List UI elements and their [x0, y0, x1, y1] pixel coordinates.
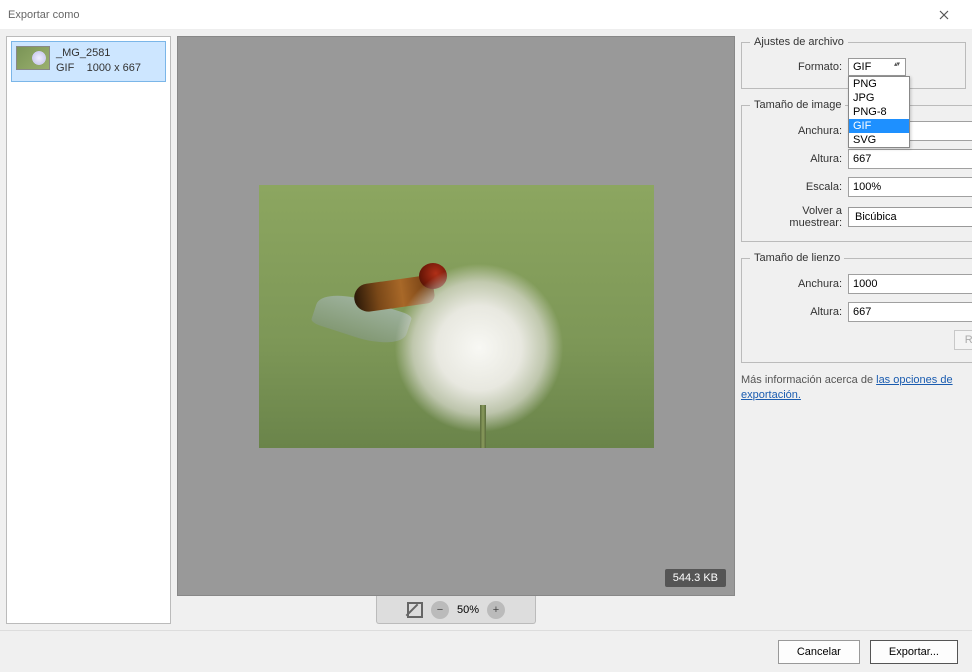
- canvas-width-label: Anchura:: [750, 278, 842, 290]
- crop-icon[interactable]: [407, 602, 423, 618]
- thumbnail-list: _MG_2581 GIF 1000 x 667: [6, 36, 171, 624]
- scale-label: Escala:: [750, 181, 842, 193]
- format-option-svg[interactable]: SVG: [849, 133, 909, 147]
- canvas-size-group: Tamaño de lienzo Anchura: px Altura: px …: [741, 252, 972, 363]
- window-title: Exportar como: [8, 9, 80, 21]
- close-button[interactable]: [924, 0, 964, 30]
- resample-label: Volver a muestrear:: [750, 205, 842, 229]
- titlebar: Exportar como: [0, 0, 972, 30]
- image-height-label: Altura:: [750, 153, 842, 165]
- export-info: Más información acerca de las opciones d…: [741, 373, 966, 404]
- thumbnail-info: _MG_2581 GIF 1000 x 667: [56, 46, 141, 77]
- format-option-gif[interactable]: GIF: [849, 119, 909, 133]
- format-dropdown: PNG JPG PNG-8 GIF SVG: [848, 76, 910, 148]
- preview-panel: 544.3 KB − 50% +: [177, 36, 735, 624]
- cancel-button[interactable]: Cancelar: [778, 640, 860, 664]
- file-settings-group: Ajustes de archivo Formato: GIF PNG JPG …: [741, 36, 966, 89]
- settings-panel: Ajustes de archivo Formato: GIF PNG JPG …: [741, 36, 966, 624]
- image-size-legend: Tamaño de image: [750, 99, 845, 111]
- format-option-png[interactable]: PNG: [849, 77, 909, 91]
- info-text: Más información acerca de: [741, 374, 876, 386]
- dialog-footer: Cancelar Exportar...: [0, 630, 972, 672]
- resample-select[interactable]: Bicúbica: [848, 207, 972, 227]
- restore-button: Restaurar: [954, 330, 972, 350]
- format-option-png8[interactable]: PNG-8: [849, 105, 909, 119]
- export-button[interactable]: Exportar...: [870, 640, 958, 664]
- thumbnail-dimensions: 1000 x 667: [87, 62, 141, 74]
- thumbnail-item[interactable]: _MG_2581 GIF 1000 x 667: [11, 41, 166, 82]
- canvas-height-label: Altura:: [750, 306, 842, 318]
- preview-canvas[interactable]: 544.3 KB: [177, 36, 735, 596]
- thumbnail-image: [16, 46, 50, 70]
- zoom-toolbar: − 50% +: [376, 596, 536, 624]
- thumbnail-filename: _MG_2581: [56, 46, 141, 61]
- image-width-label: Anchura:: [750, 125, 842, 137]
- main-area: _MG_2581 GIF 1000 x 667 544.3 KB − 50%: [0, 30, 972, 630]
- format-label: Formato:: [750, 61, 842, 73]
- image-height-input[interactable]: [848, 149, 972, 169]
- format-option-jpg[interactable]: JPG: [849, 91, 909, 105]
- zoom-in-button[interactable]: +: [487, 601, 505, 619]
- scale-input[interactable]: [848, 177, 972, 197]
- preview-image: [259, 185, 654, 448]
- filesize-badge: 544.3 KB: [665, 569, 726, 587]
- format-select[interactable]: GIF: [848, 58, 906, 76]
- canvas-size-legend: Tamaño de lienzo: [750, 252, 844, 264]
- zoom-value: 50%: [457, 604, 479, 616]
- thumbnail-format: GIF: [56, 62, 74, 74]
- canvas-height-input[interactable]: [848, 302, 972, 322]
- zoom-out-button[interactable]: −: [431, 601, 449, 619]
- file-settings-legend: Ajustes de archivo: [750, 36, 848, 48]
- canvas-width-input[interactable]: [848, 274, 972, 294]
